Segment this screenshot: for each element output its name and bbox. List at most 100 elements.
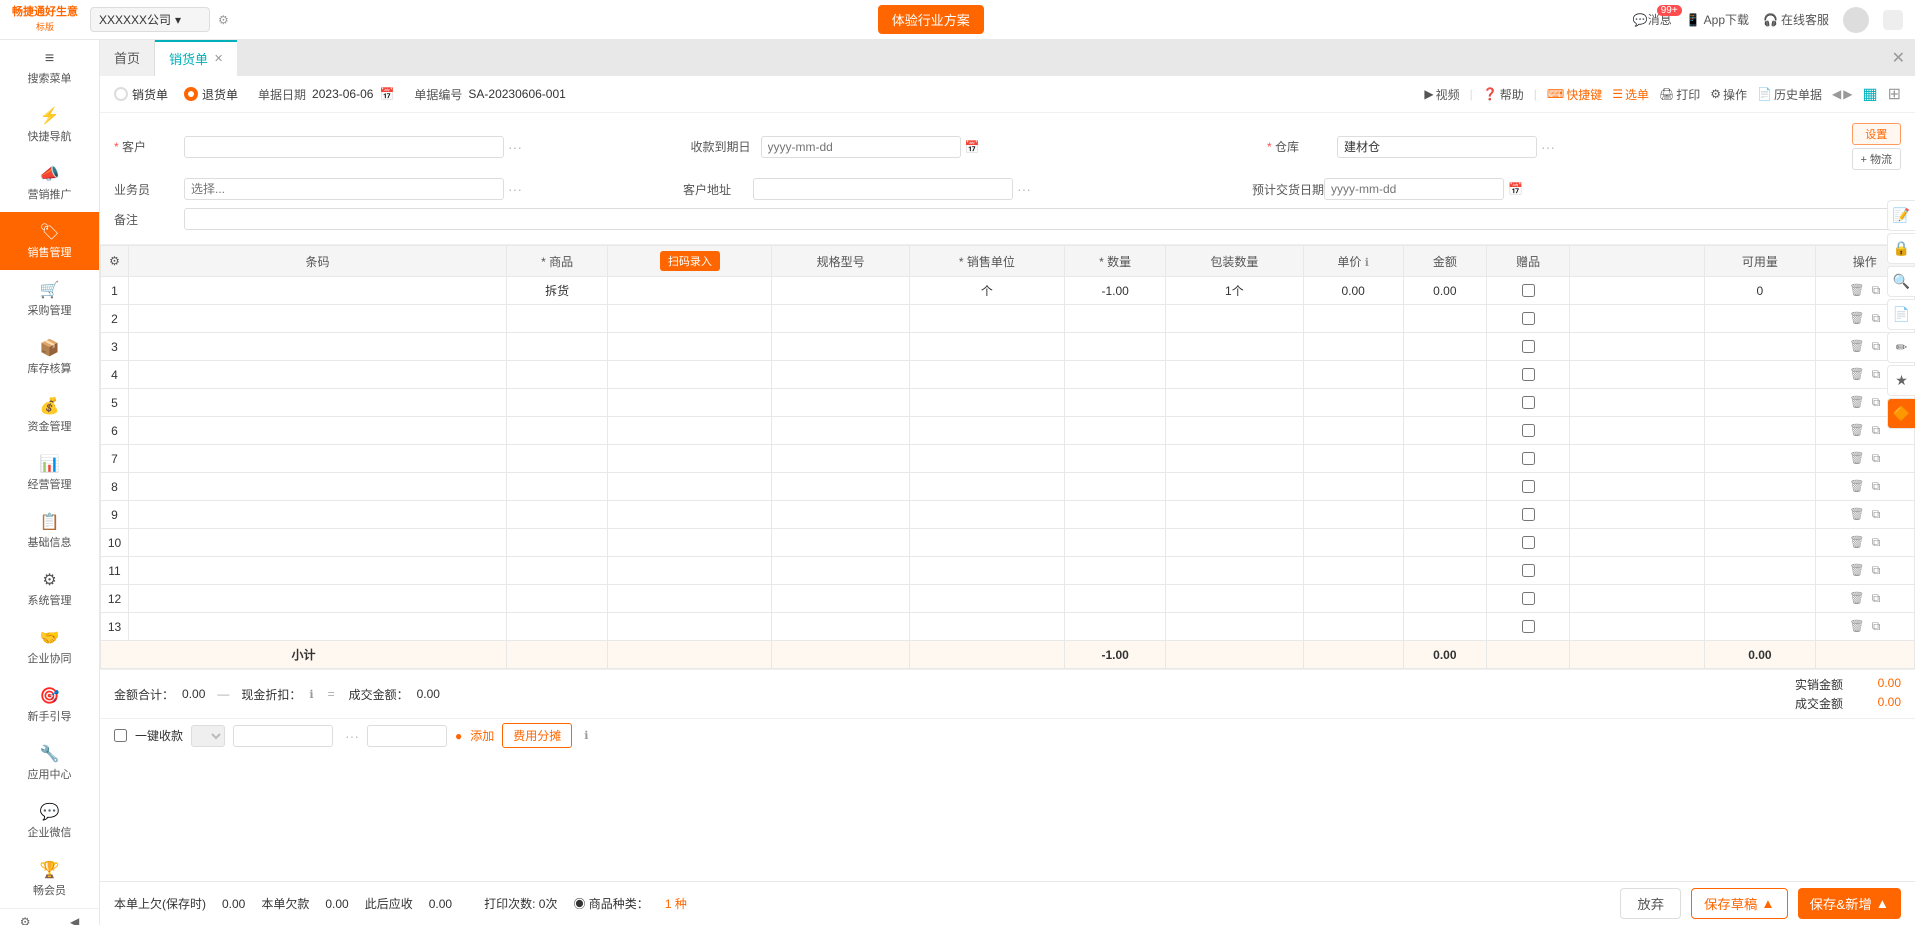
row-copy-13[interactable]: ⧉ xyxy=(1872,619,1881,633)
row-copy-6[interactable]: ⧉ xyxy=(1872,423,1881,437)
flow-button[interactable]: + 物流 xyxy=(1852,148,1901,170)
row-barcode-10[interactable] xyxy=(129,529,507,557)
row-price-1[interactable]: 0.00 xyxy=(1303,277,1403,305)
row-spec-2[interactable] xyxy=(608,305,772,333)
row-spec-13[interactable] xyxy=(608,613,772,641)
row-amount-1[interactable]: 0.00 xyxy=(1403,277,1486,305)
sidebar-collapse-icon[interactable]: ◀ xyxy=(70,915,79,925)
row-qty-10[interactable] xyxy=(1065,529,1166,557)
row-unit-5[interactable] xyxy=(909,389,1064,417)
row-gift-5[interactable] xyxy=(1487,389,1570,417)
settings-icon[interactable]: ⚙ xyxy=(218,13,229,27)
row-gift-11[interactable] xyxy=(1487,557,1570,585)
row-barcode-3[interactable] xyxy=(129,333,507,361)
row-delete-5[interactable]: 🗑 xyxy=(1849,395,1864,409)
row-unit-10[interactable] xyxy=(909,529,1064,557)
row-spec-3[interactable] xyxy=(608,333,772,361)
method-select[interactable] xyxy=(191,725,225,747)
row-amount-4[interactable] xyxy=(1403,361,1486,389)
sidebar-item-wechat[interactable]: 💬 企业微信 xyxy=(0,792,99,850)
row-delete-7[interactable]: 🗑 xyxy=(1849,451,1864,465)
row-unit-8[interactable] xyxy=(909,473,1064,501)
sidebar-item-inventory[interactable]: 📦 库存核算 xyxy=(0,328,99,386)
row-op-13[interactable]: 🗑 ⧉ xyxy=(1815,613,1914,641)
right-tool-search[interactable]: 🔍 xyxy=(1887,266,1915,297)
expected-date-input[interactable] xyxy=(1324,178,1504,200)
row-product-8[interactable] xyxy=(506,473,607,501)
row-barcode-6[interactable] xyxy=(129,417,507,445)
row-amount-10[interactable] xyxy=(1403,529,1486,557)
row-pkg-qty-13[interactable] xyxy=(1166,613,1303,641)
sidebar-item-operations[interactable]: 📊 经营管理 xyxy=(0,444,99,502)
row-delete-2[interactable]: 🗑 xyxy=(1849,311,1864,325)
choose-btn[interactable]: ☰选单 xyxy=(1612,86,1649,103)
row-op-8[interactable]: 🗑 ⧉ xyxy=(1815,473,1914,501)
row-qty-7[interactable] xyxy=(1065,445,1166,473)
row-pkg-qty-3[interactable] xyxy=(1166,333,1303,361)
right-tool-note[interactable]: 📝 xyxy=(1887,200,1915,231)
warehouse-input[interactable] xyxy=(1337,136,1537,158)
row-spec2-12[interactable] xyxy=(772,585,909,613)
row-barcode-8[interactable] xyxy=(129,473,507,501)
row-copy-1[interactable]: ⧉ xyxy=(1872,283,1881,297)
row-product-5[interactable] xyxy=(506,389,607,417)
row-gift-4[interactable] xyxy=(1487,361,1570,389)
row-spec-1[interactable] xyxy=(608,277,772,305)
row-copy-5[interactable]: ⧉ xyxy=(1872,395,1881,409)
row-spec-12[interactable] xyxy=(608,585,772,613)
right-tool-orange[interactable]: 🔶 xyxy=(1887,398,1915,429)
prev-btn[interactable]: ◀ xyxy=(1832,87,1841,101)
tab-close-icon[interactable]: ✕ xyxy=(214,52,223,65)
return-order-radio[interactable]: 退货单 xyxy=(184,86,238,103)
row-spec-6[interactable] xyxy=(608,417,772,445)
row-gift-2[interactable] xyxy=(1487,305,1570,333)
addr-more-icon[interactable]: ··· xyxy=(1017,181,1031,197)
avatar[interactable] xyxy=(1843,7,1869,33)
right-tool-doc[interactable]: 📄 xyxy=(1887,299,1915,330)
row-spec-9[interactable] xyxy=(608,501,772,529)
note-input[interactable] xyxy=(184,208,1901,230)
save-draft-chevron-icon[interactable]: ▲ xyxy=(1761,896,1774,911)
company-selector[interactable]: XXXXXX公司 ▾ xyxy=(90,7,210,32)
row-qty-12[interactable] xyxy=(1065,585,1166,613)
salesman-input[interactable] xyxy=(184,178,504,200)
sidebar-item-collab[interactable]: 🤝 企业协同 xyxy=(0,618,99,676)
row-delete-13[interactable]: 🗑 xyxy=(1849,619,1864,633)
row-pkg-qty-9[interactable] xyxy=(1166,501,1303,529)
row-copy-9[interactable]: ⧉ xyxy=(1872,507,1881,521)
row-delete-8[interactable]: 🗑 xyxy=(1849,479,1864,493)
row-op-9[interactable]: 🗑 ⧉ xyxy=(1815,501,1914,529)
row-delete-9[interactable]: 🗑 xyxy=(1849,507,1864,521)
row-op-7[interactable]: 🗑 ⧉ xyxy=(1815,445,1914,473)
row-op-11[interactable]: 🗑 ⧉ xyxy=(1815,557,1914,585)
row-spec-7[interactable] xyxy=(608,445,772,473)
sidebar-item-purchase[interactable]: 🛒 采购管理 xyxy=(0,270,99,328)
tab-sales-order[interactable]: 销货单 ✕ xyxy=(155,40,237,76)
scan-btn[interactable]: 扫码录入 xyxy=(660,251,720,271)
row-pkg-qty-6[interactable] xyxy=(1166,417,1303,445)
row-spec-8[interactable] xyxy=(608,473,772,501)
row-price-6[interactable] xyxy=(1303,417,1403,445)
row-spec2-4[interactable] xyxy=(772,361,909,389)
grid-view-icon[interactable]: ⊞ xyxy=(1888,84,1901,104)
sales-order-radio[interactable]: 销货单 xyxy=(114,86,168,103)
row-amount-13[interactable] xyxy=(1403,613,1486,641)
sidebar-item-search[interactable]: ≡ 搜索菜单 xyxy=(0,40,99,96)
row-pkg-qty-10[interactable] xyxy=(1166,529,1303,557)
row-product-6[interactable] xyxy=(506,417,607,445)
row-barcode-9[interactable] xyxy=(129,501,507,529)
row-product-1[interactable]: 拆货 xyxy=(506,277,607,305)
message-btn[interactable]: 💬 消息 99+ xyxy=(1633,11,1672,28)
row-qty-5[interactable] xyxy=(1065,389,1166,417)
row-unit-1[interactable]: 个 xyxy=(909,277,1064,305)
customer-input[interactable] xyxy=(184,136,504,158)
row-pkg-qty-7[interactable] xyxy=(1166,445,1303,473)
row-qty-6[interactable] xyxy=(1065,417,1166,445)
print-btn[interactable]: 🖨打印 xyxy=(1659,86,1700,103)
sidebar-item-app-center[interactable]: 🔧 应用中心 xyxy=(0,734,99,792)
row-price-8[interactable] xyxy=(1303,473,1403,501)
row-gift-8[interactable] xyxy=(1487,473,1570,501)
row-spec2-3[interactable] xyxy=(772,333,909,361)
row-barcode-7[interactable] xyxy=(129,445,507,473)
row-delete-3[interactable]: 🗑 xyxy=(1849,339,1864,353)
